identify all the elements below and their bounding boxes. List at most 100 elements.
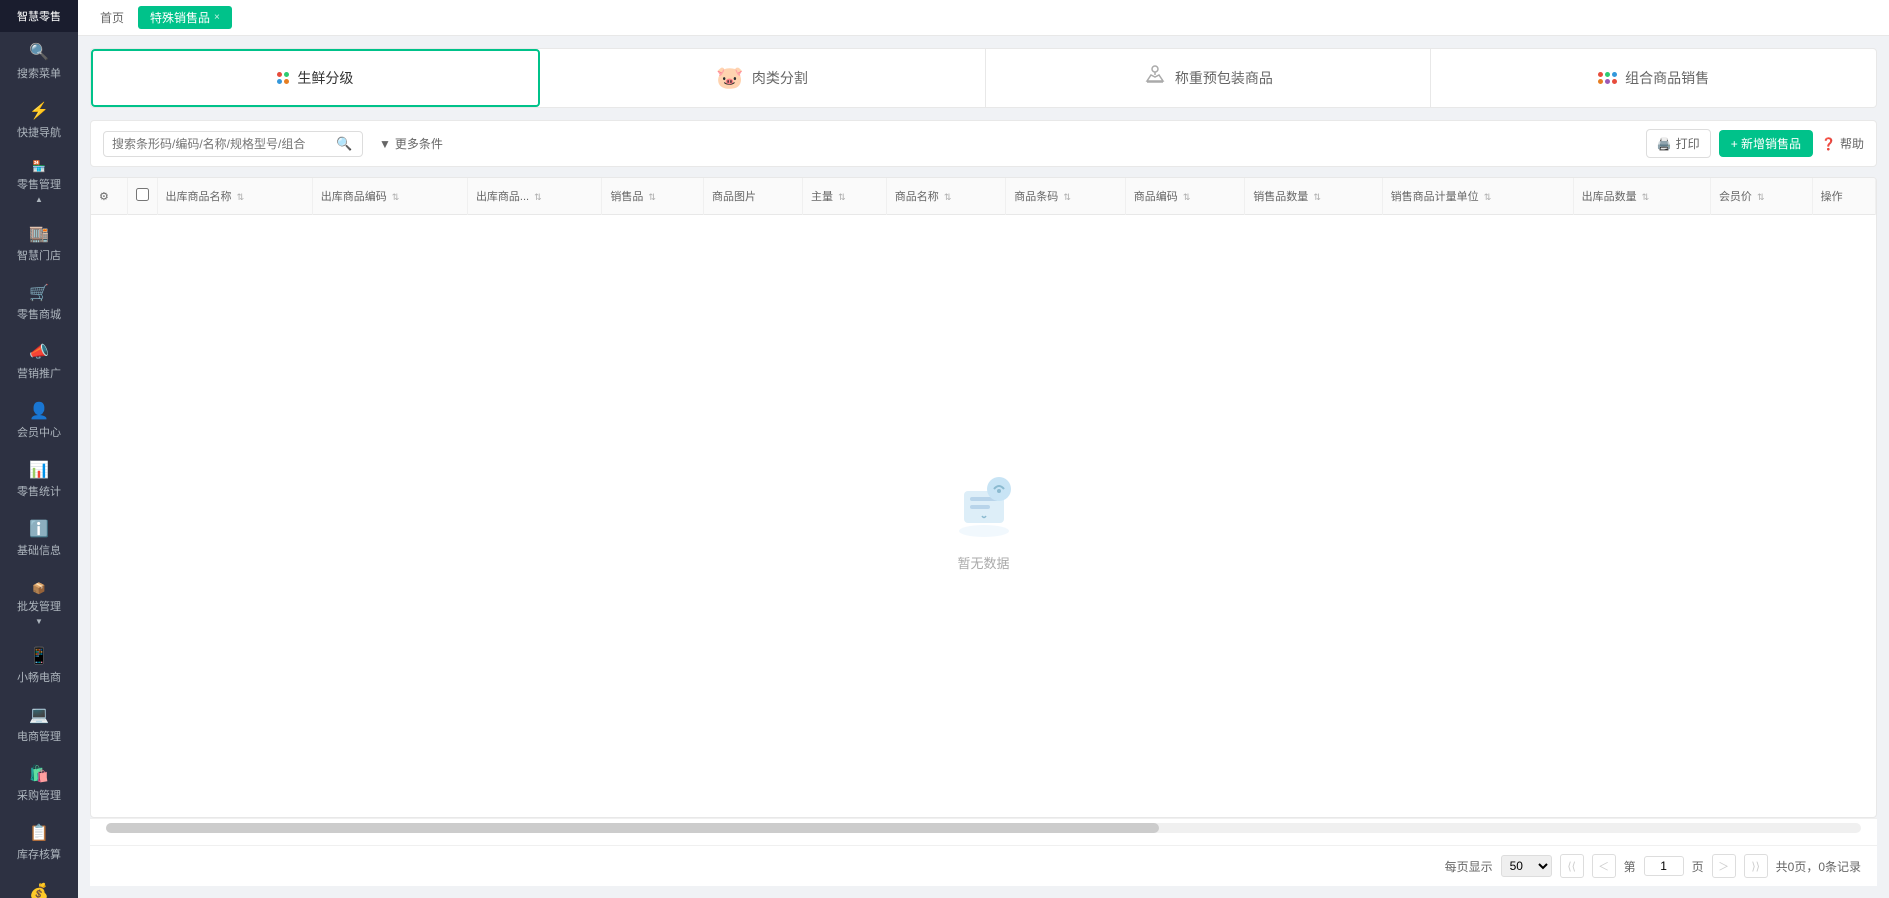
th-sale-qty-label: 销售品数量 — [1253, 191, 1308, 203]
print-button[interactable]: 🖨️ 打印 — [1646, 129, 1711, 158]
sidebar: 智慧零售 🔍 搜索菜单 ⚡ 快捷导航 🏪 零售管理 ▲ 🏬 智慧门店 🛒 零售商… — [0, 0, 78, 898]
th-image-label: 商品图片 — [712, 191, 756, 203]
sidebar-item-search[interactable]: 🔍 搜索菜单 — [0, 32, 78, 91]
th-out-qty[interactable]: 出库品数量 ⇅ — [1573, 178, 1710, 215]
th-out-spec[interactable]: 出库商品... ⇅ — [467, 178, 601, 215]
sidebar-logo: 智慧零售 — [0, 0, 78, 32]
fresh-icon — [277, 72, 289, 84]
data-table: ⚙ 出库商品名称 ⇅ 出库商品编码 ⇅ 出库商品... ⇅ — [91, 178, 1876, 215]
sidebar-label-member: 会员中心 — [17, 424, 61, 440]
tab-combo[interactable]: 组合商品销售 — [1431, 49, 1876, 107]
tab-weight[interactable]: 称重预包装商品 — [986, 49, 1432, 107]
th-checkbox[interactable] — [127, 178, 157, 215]
search-input[interactable] — [112, 137, 332, 151]
scrollbar-thumb[interactable] — [106, 823, 1159, 833]
th-goods-name[interactable]: 商品名称 ⇅ — [886, 178, 1006, 215]
last-page-button[interactable]: ⟩⟩ — [1744, 854, 1768, 878]
sidebar-label-miniapp: 小畅电商 — [17, 669, 61, 685]
sidebar-item-basicinfo[interactable]: ℹ️ 基础信息 — [0, 509, 78, 568]
page-input[interactable] — [1644, 856, 1684, 876]
sort-icon-2: ⇅ — [392, 192, 400, 202]
box-icon: 📦 — [32, 582, 46, 595]
chevron-down-icon: ▲ — [35, 195, 43, 204]
filter-button[interactable]: ▼ 更多条件 — [371, 131, 451, 156]
sidebar-label-basicinfo: 基础信息 — [17, 542, 61, 558]
sort-icon-12: ⇅ — [1757, 192, 1765, 202]
sort-icon-5: ⇅ — [838, 192, 846, 202]
th-goods-name-label: 商品名称 — [895, 191, 939, 203]
search-icon[interactable]: 🔍 — [336, 136, 352, 152]
sidebar-label-quicknav: 快捷导航 — [17, 124, 61, 140]
prev-page-button[interactable]: ＜ — [1592, 854, 1616, 878]
th-sale-item-label: 销售品 — [610, 191, 643, 203]
sidebar-item-wholesale[interactable]: 📦 批发管理 ▼ — [0, 572, 78, 636]
th-member-price[interactable]: 会员价 ⇅ — [1710, 178, 1812, 215]
search-box[interactable]: 🔍 — [103, 131, 363, 157]
sort-icon-10: ⇅ — [1484, 192, 1492, 202]
sort-icon-8: ⇅ — [1183, 192, 1191, 202]
page-content: 生鲜分级 🐷 肉类分割 称重预包装商品 — [78, 36, 1889, 898]
money-icon: 💰 — [29, 882, 49, 898]
th-out-name[interactable]: 出库商品名称 ⇅ — [157, 178, 312, 215]
th-goods-code[interactable]: 商品编码 ⇅ — [1125, 178, 1245, 215]
store-icon: 🏬 — [29, 224, 49, 244]
tab-fresh[interactable]: 生鲜分级 — [91, 49, 540, 107]
sidebar-item-retailstat[interactable]: 📊 零售统计 — [0, 450, 78, 509]
sidebar-item-finance[interactable]: 💰 资金管理 — [0, 872, 78, 898]
sort-icon-7: ⇅ — [1063, 192, 1071, 202]
pagination: 每页显示 50 10 20 100 ⟨⟨ ＜ 第 页 ＞ ⟩⟩ 共0页，0条记录 — [90, 845, 1877, 886]
sidebar-item-purchase[interactable]: 🛍️ 采购管理 — [0, 754, 78, 813]
th-sale-item[interactable]: 销售品 ⇅ — [602, 178, 704, 215]
select-all-checkbox[interactable] — [136, 188, 149, 201]
tab-combo-label: 组合商品销售 — [1625, 68, 1709, 88]
next-page-button[interactable]: ＞ — [1712, 854, 1736, 878]
sidebar-item-smartstore[interactable]: 🏬 智慧门店 — [0, 214, 78, 273]
sidebar-item-promotion[interactable]: 📣 营销推广 — [0, 332, 78, 391]
th-action: 操作 — [1812, 178, 1875, 215]
sidebar-item-ecommerce[interactable]: 💻 电商管理 — [0, 695, 78, 754]
th-main[interactable]: 主量 ⇅ — [803, 178, 887, 215]
sidebar-item-quicknav[interactable]: ⚡ 快捷导航 — [0, 91, 78, 150]
help-button[interactable]: ❓ 帮助 — [1821, 135, 1864, 152]
sidebar-item-retailmall[interactable]: 🛒 零售商城 — [0, 273, 78, 332]
th-out-code-label: 出库商品编码 — [321, 191, 387, 203]
chart-icon: 📊 — [29, 460, 49, 480]
sidebar-item-inventory[interactable]: 📋 库存核算 — [0, 813, 78, 872]
sidebar-label-ecommerce: 电商管理 — [17, 728, 61, 744]
th-member-price-label: 会员价 — [1719, 191, 1752, 203]
sidebar-label-retailstat: 零售统计 — [17, 483, 61, 499]
th-barcode[interactable]: 商品条码 ⇅ — [1006, 178, 1126, 215]
horizontal-scrollbar[interactable] — [106, 823, 1861, 833]
per-page-select[interactable]: 50 10 20 100 — [1501, 855, 1552, 877]
first-page-button[interactable]: ⟨⟨ — [1560, 854, 1584, 878]
th-sale-qty[interactable]: 销售品数量 ⇅ — [1245, 178, 1382, 215]
scrollbar-area — [90, 818, 1877, 845]
info-icon: ℹ️ — [29, 519, 49, 539]
lightning-icon: ⚡ — [29, 101, 49, 121]
active-tab[interactable]: 特殊销售品 × — [138, 6, 232, 29]
sidebar-label-wholesale: 批发管理 — [17, 598, 61, 614]
th-out-name-label: 出库商品名称 — [166, 191, 232, 203]
sidebar-item-retail[interactable]: 🏪 零售管理 ▲ — [0, 150, 78, 214]
category-tabs: 生鲜分级 🐷 肉类分割 称重预包装商品 — [90, 48, 1877, 108]
sidebar-item-member[interactable]: 👤 会员中心 — [0, 391, 78, 450]
th-out-code[interactable]: 出库商品编码 ⇅ — [312, 178, 467, 215]
tab-meat[interactable]: 🐷 肉类分割 — [540, 49, 986, 107]
th-main-label: 主量 — [811, 191, 833, 203]
toolbar: 🔍 ▼ 更多条件 🖨️ 打印 + 新增销售品 ❓ 帮助 — [90, 120, 1877, 167]
close-tab-button[interactable]: × — [214, 12, 220, 23]
sort-icon-4: ⇅ — [648, 192, 656, 202]
th-sale-unit[interactable]: 销售商品计量单位 ⇅ — [1382, 178, 1573, 215]
sort-icon-9: ⇅ — [1313, 192, 1321, 202]
tab-weight-label: 称重预包装商品 — [1175, 68, 1273, 88]
new-button[interactable]: + 新增销售品 — [1719, 130, 1813, 157]
empty-text: 暂无数据 — [957, 553, 1009, 572]
help-label: 帮助 — [1840, 135, 1864, 152]
sidebar-label-promotion: 营销推广 — [17, 365, 61, 381]
shopping-icon: 🛍️ — [29, 764, 49, 784]
home-tab[interactable]: 首页 — [94, 7, 130, 28]
th-settings[interactable]: ⚙ — [91, 178, 127, 215]
tab-meat-label: 肉类分割 — [752, 68, 808, 88]
sidebar-item-miniapp[interactable]: 📱 小畅电商 — [0, 636, 78, 695]
clipboard-icon: 📋 — [29, 823, 49, 843]
